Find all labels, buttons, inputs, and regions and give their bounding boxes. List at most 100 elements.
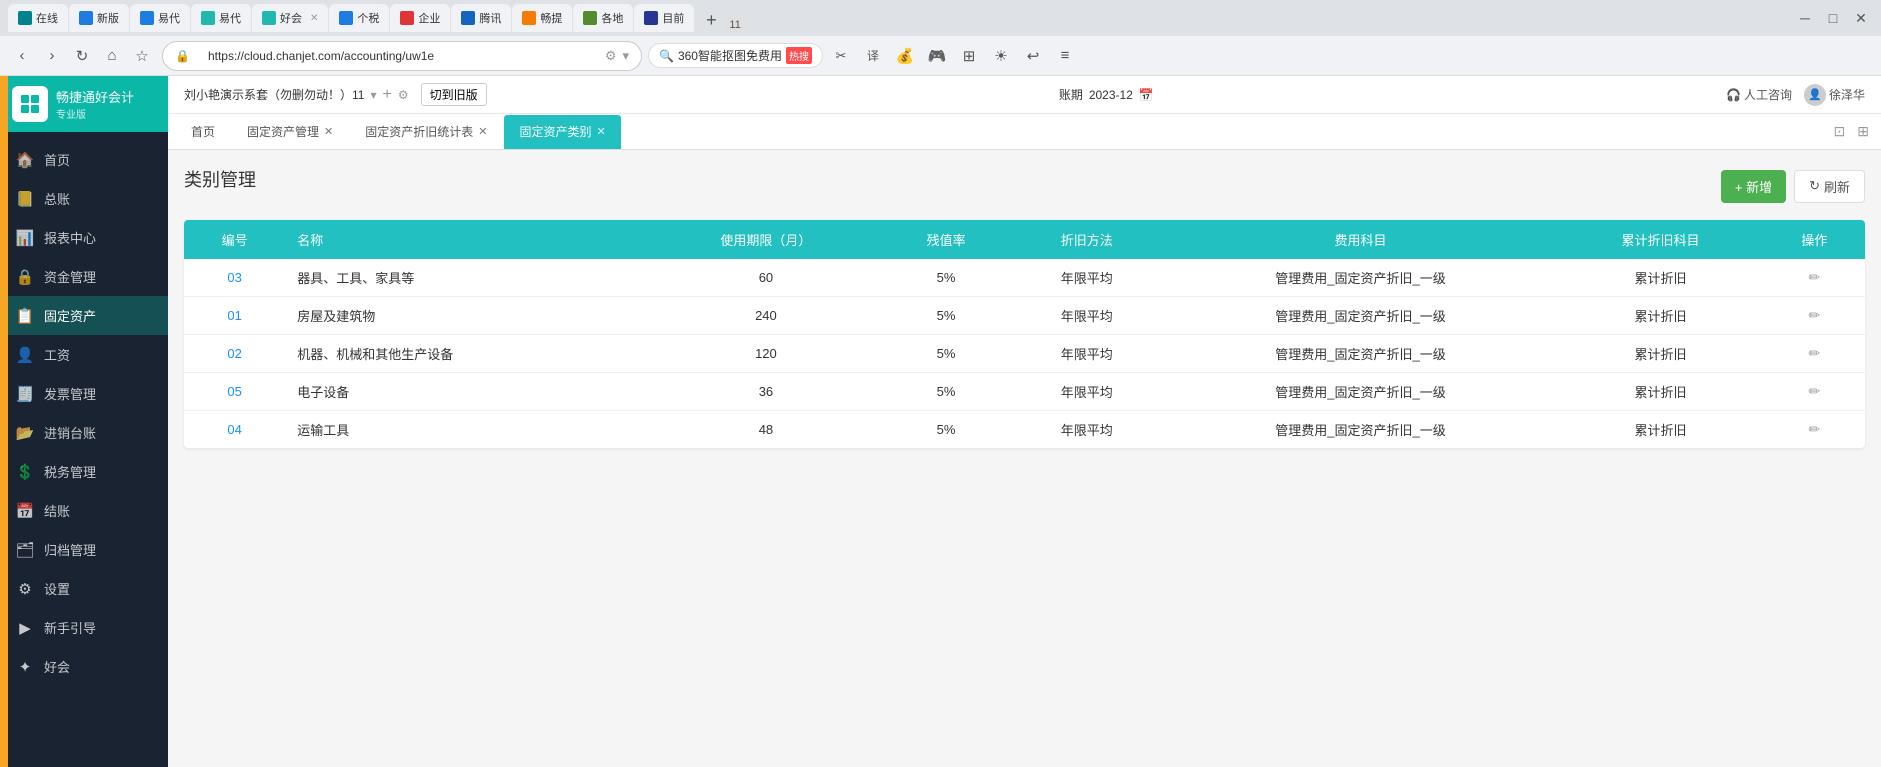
content-tab-fixed-mgmt[interactable]: 固定资产管理 ✕ xyxy=(232,115,348,149)
browser-tab-2[interactable]: 易代 xyxy=(130,4,190,32)
sidebar-item-report[interactable]: 📊 报表中心 xyxy=(0,218,168,257)
home-button[interactable]: ⌂ xyxy=(98,42,126,70)
sidebar-label-tax: 税务管理 xyxy=(44,462,96,481)
topbar-plus-icon[interactable]: + xyxy=(383,86,392,104)
cell-accum-0: 累计折旧 xyxy=(1557,259,1763,297)
back-button[interactable]: ‹ xyxy=(8,42,36,70)
maximize-tab-button[interactable]: ⊞ xyxy=(1853,121,1873,142)
sidebar-item-settings[interactable]: ⚙ 设置 xyxy=(0,569,168,608)
content-tab-close-3[interactable]: ✕ xyxy=(597,125,606,138)
cell-accum-4: 累计折旧 xyxy=(1557,411,1763,449)
menu-tool[interactable]: ≡ xyxy=(1051,42,1079,70)
content-tab-label-fixed-mgmt: 固定资产管理 xyxy=(247,123,319,140)
headset-icon: 🎧 xyxy=(1726,88,1741,102)
topbar-settings-icon[interactable]: ⚙ xyxy=(398,88,409,102)
reload-button[interactable]: ↻ xyxy=(68,42,96,70)
purchsale-icon: 📂 xyxy=(16,424,34,442)
expand-icon[interactable]: ▾ xyxy=(622,48,629,64)
sidebar-item-guide[interactable]: ▶ 新手引导 xyxy=(0,608,168,647)
scissors-tool[interactable]: ✂ xyxy=(827,42,855,70)
sidebar-item-archive[interactable]: 🗂 归档管理 xyxy=(0,530,168,569)
calendar-icon[interactable]: 📅 xyxy=(1139,88,1154,102)
url-input[interactable] xyxy=(196,45,599,67)
sidebar-item-tax[interactable]: 💲 税务管理 xyxy=(0,452,168,491)
browser-tab-7[interactable]: 腾讯 xyxy=(451,4,511,32)
cell-method-0: 年限平均 xyxy=(1010,259,1164,297)
grid-tool[interactable]: ⊞ xyxy=(955,42,983,70)
browser-tab-5[interactable]: 个税 xyxy=(329,4,389,32)
browser-tab-0[interactable]: 在线 xyxy=(8,4,68,32)
edit-button-4[interactable]: ✏ xyxy=(1808,421,1820,437)
browser-tab-3[interactable]: 易代 xyxy=(191,4,251,32)
cell-residual-3: 5% xyxy=(882,373,1010,411)
service-button[interactable]: 🎧 人工咨询 xyxy=(1726,86,1792,103)
sidebar-item-app2[interactable]: ✦ 好会 xyxy=(0,647,168,686)
col-header-action: 操作 xyxy=(1764,220,1865,259)
cell-expense-1: 管理费用_固定资产折旧_一级 xyxy=(1164,297,1558,335)
sidebar-item-invoice[interactable]: 🧾 发票管理 xyxy=(0,374,168,413)
undo-tool[interactable]: ↩ xyxy=(1019,42,1047,70)
col-header-method: 折旧方法 xyxy=(1010,220,1164,259)
sidebar-item-ledger[interactable]: 📒 总账 xyxy=(0,179,168,218)
tab-icon-4 xyxy=(262,11,276,25)
bookmark-button[interactable]: ☆ xyxy=(128,42,156,70)
tab-close-4[interactable]: ✕ xyxy=(310,13,318,24)
sidebar-item-salary[interactable]: 👤 工资 xyxy=(0,335,168,374)
browser-tab-1[interactable]: 新版 xyxy=(69,4,129,32)
user-dropdown-icon[interactable]: ▾ xyxy=(370,88,376,102)
edit-button-2[interactable]: ✏ xyxy=(1808,345,1820,361)
sidebar-label-ledger: 总账 xyxy=(44,189,70,208)
sidebar-label-report: 报表中心 xyxy=(44,228,96,247)
edit-button-0[interactable]: ✏ xyxy=(1808,269,1820,285)
tab-count-badge: 11 xyxy=(724,18,745,32)
content-tab-category[interactable]: 固定资产类别 ✕ xyxy=(504,115,620,149)
tab-icon-1 xyxy=(79,11,93,25)
user-avatar[interactable]: 👤 徐泽华 xyxy=(1804,84,1865,106)
restore-tab-button[interactable]: ⊡ xyxy=(1830,121,1850,142)
cell-months-4: 48 xyxy=(650,411,883,449)
sidebar-label-app2: 好会 xyxy=(44,657,70,676)
browser-tab-6[interactable]: 企业 xyxy=(390,4,450,32)
browser-tab-4[interactable]: 好会 ✕ xyxy=(252,4,328,32)
content-tab-close-2[interactable]: ✕ xyxy=(478,125,487,138)
cell-accum-1: 累计折旧 xyxy=(1557,297,1763,335)
browser-tab-10[interactable]: 目前 xyxy=(634,4,694,32)
browser-tab-8[interactable]: 畅提 xyxy=(512,4,572,32)
maximize-button[interactable]: □ xyxy=(1821,6,1845,30)
sidebar-item-purchsale[interactable]: 📂 进销台账 xyxy=(0,413,168,452)
edit-button-1[interactable]: ✏ xyxy=(1808,307,1820,323)
cell-action-0: ✏ xyxy=(1764,259,1865,297)
cell-code-3[interactable]: 05 xyxy=(184,373,285,411)
translate-tool[interactable]: 译 xyxy=(859,42,887,70)
app2-icon: ✦ xyxy=(16,658,34,676)
tab-label-0: 在线 xyxy=(36,10,58,26)
site-settings-icon[interactable]: ⚙ xyxy=(605,48,617,64)
browser-tab-9[interactable]: 各地 xyxy=(573,4,633,32)
content-tab-close-1[interactable]: ✕ xyxy=(324,125,333,138)
cell-residual-0: 5% xyxy=(882,259,1010,297)
cell-code-0[interactable]: 03 xyxy=(184,259,285,297)
switch-version-button[interactable]: 切到旧版 xyxy=(421,83,487,106)
game-tool[interactable]: 🎮 xyxy=(923,42,951,70)
sidebar-item-fixed[interactable]: 📋 固定资产 xyxy=(0,296,168,335)
content-tab-home[interactable]: 首页 xyxy=(176,115,230,149)
new-tab-button[interactable]: + xyxy=(699,8,723,32)
forward-button[interactable]: › xyxy=(38,42,66,70)
brightness-tool[interactable]: ☀ xyxy=(987,42,1015,70)
cell-method-4: 年限平均 xyxy=(1010,411,1164,449)
cell-code-4[interactable]: 04 xyxy=(184,411,285,449)
close-window-button[interactable]: ✕ xyxy=(1849,6,1873,30)
sidebar-item-home[interactable]: 🏠 首页 xyxy=(0,140,168,179)
refresh-button[interactable]: ↻ 刷新 xyxy=(1794,170,1865,203)
cell-code-2[interactable]: 02 xyxy=(184,335,285,373)
content-tabs: 首页 固定资产管理 ✕ 固定资产折旧统计表 ✕ 固定资产类别 ✕ ⊡ ⊞ xyxy=(168,114,1881,150)
tab-label-2: 易代 xyxy=(158,10,180,26)
sidebar-item-fund[interactable]: 🔒 资金管理 xyxy=(0,257,168,296)
cell-code-1[interactable]: 01 xyxy=(184,297,285,335)
sidebar-item-checkout[interactable]: 📅 结账 xyxy=(0,491,168,530)
wallet-tool[interactable]: 💰 xyxy=(891,42,919,70)
edit-button-3[interactable]: ✏ xyxy=(1808,383,1820,399)
content-tab-depreciation[interactable]: 固定资产折旧统计表 ✕ xyxy=(350,115,502,149)
add-category-button[interactable]: + 新增 xyxy=(1721,170,1786,203)
minimize-button[interactable]: ─ xyxy=(1793,6,1817,30)
